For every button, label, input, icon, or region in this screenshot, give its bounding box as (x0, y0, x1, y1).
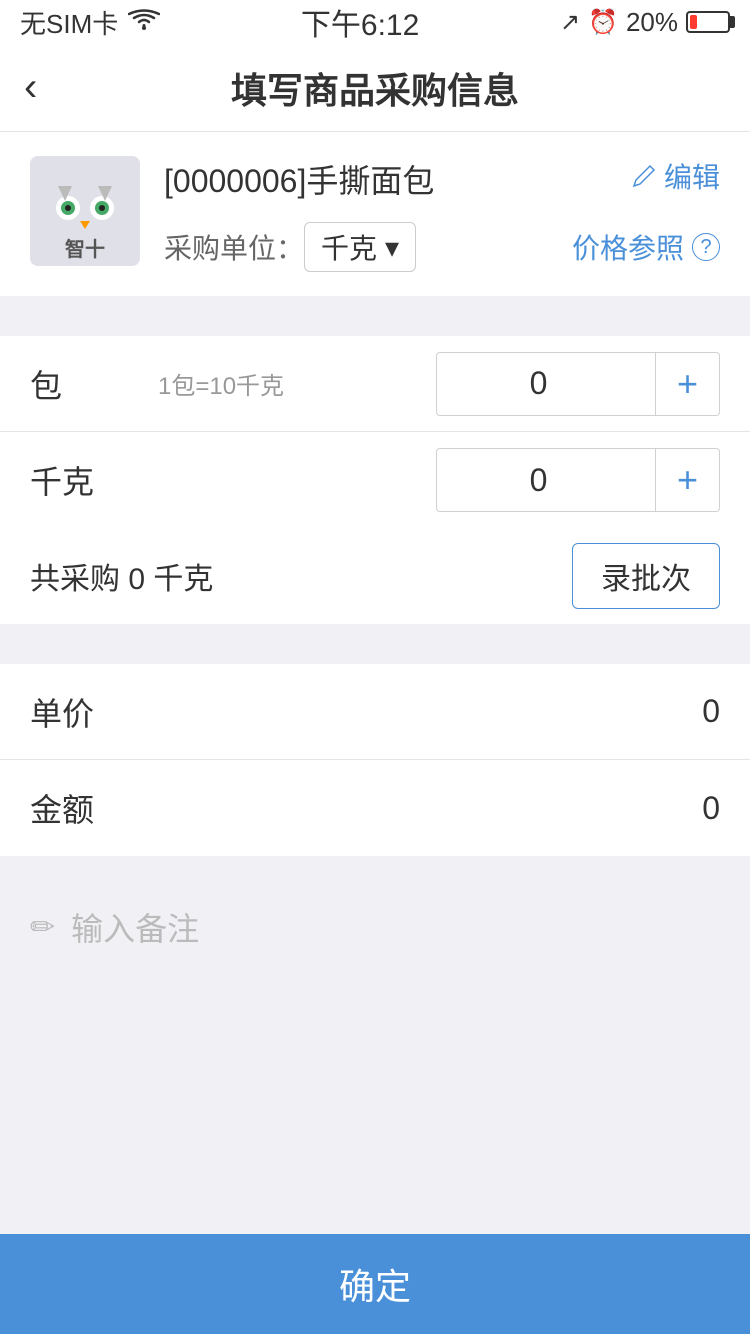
nav-bar: ‹ 填写商品采购信息 (0, 44, 750, 132)
product-name: [0000006]手撕面包 (164, 156, 434, 202)
package-qty-input[interactable] (436, 352, 656, 416)
wifi-icon (128, 7, 160, 38)
alarm-icon: ⏰ (588, 8, 618, 37)
product-unit-row: 采购单位： 千克 ▾ 价格参照 ? (164, 222, 720, 272)
status-left: 无SIM卡 (20, 4, 160, 41)
status-bar: 无SIM卡 下午6:12 ↗ ⏰ 20% (0, 0, 750, 44)
remark-section[interactable]: ✏ 输入备注 (0, 876, 750, 978)
info-icon: ? (692, 233, 720, 261)
page-title: 填写商品采购信息 (231, 62, 519, 114)
price-ref-button[interactable]: 价格参照 ? (572, 227, 720, 267)
location-icon: ↗ (560, 8, 580, 37)
batch-button[interactable]: 录批次 (572, 543, 720, 609)
page-content: 智十 [0000006]手撕面包 编辑 采购单位： 千克 ▾ (0, 132, 750, 1178)
summary-text: 共采购 0 千克 (30, 554, 213, 598)
product-thumbnail: 智十 (30, 156, 140, 266)
battery-icon (686, 11, 730, 33)
package-sub: 1包=10千克 (158, 366, 284, 401)
status-right: ↗ ⏰ 20% (560, 7, 730, 38)
kilogram-input-right: + (436, 448, 720, 512)
amount-label: 金额 (30, 785, 94, 831)
edit-button[interactable]: 编辑 (630, 156, 720, 196)
status-time: 下午6:12 (301, 0, 419, 44)
package-label: 包 (30, 361, 150, 407)
remark-placeholder: 输入备注 (71, 904, 199, 950)
kilogram-plus-button[interactable]: + (656, 448, 720, 512)
package-plus-button[interactable]: + (656, 352, 720, 416)
package-input-row: 包 1包=10千克 + (0, 336, 750, 432)
back-button[interactable]: ‹ (24, 65, 37, 110)
package-input-right: + (436, 352, 720, 416)
bottom-spacer (0, 978, 750, 1178)
unit-price-row: 单价 0 (0, 664, 750, 760)
unit-price-label: 单价 (30, 689, 94, 735)
svg-text:智十: 智十 (65, 237, 105, 261)
unit-price-value: 0 (702, 693, 720, 730)
amount-row: 金额 0 (0, 760, 750, 856)
product-card: 智十 [0000006]手撕面包 编辑 采购单位： 千克 ▾ (0, 132, 750, 296)
kilogram-input-row: 千克 + (0, 432, 750, 528)
dropdown-icon: ▾ (385, 231, 399, 264)
section-sep-2 (0, 624, 750, 644)
price-section: 单价 0 金额 0 (0, 664, 750, 856)
summary-row: 共采购 0 千克 录批次 (0, 528, 750, 624)
kilogram-qty-input[interactable] (436, 448, 656, 512)
confirm-button[interactable]: 确定 (0, 1234, 750, 1334)
carrier-label: 无SIM卡 (20, 4, 118, 41)
kilogram-label: 千克 (30, 457, 150, 503)
unit-label: 采购单位： (164, 227, 304, 267)
product-header: [0000006]手撕面包 编辑 (164, 156, 720, 202)
amount-value: 0 (702, 790, 720, 827)
pencil-icon: ✏ (30, 910, 55, 945)
unit-select[interactable]: 千克 ▾ (304, 222, 416, 272)
input-section: 包 1包=10千克 + 千克 + (0, 336, 750, 528)
battery-pct: 20% (626, 7, 678, 38)
product-info: [0000006]手撕面包 编辑 采购单位： 千克 ▾ 价格参照 ? (164, 156, 720, 272)
section-sep-1 (0, 316, 750, 336)
